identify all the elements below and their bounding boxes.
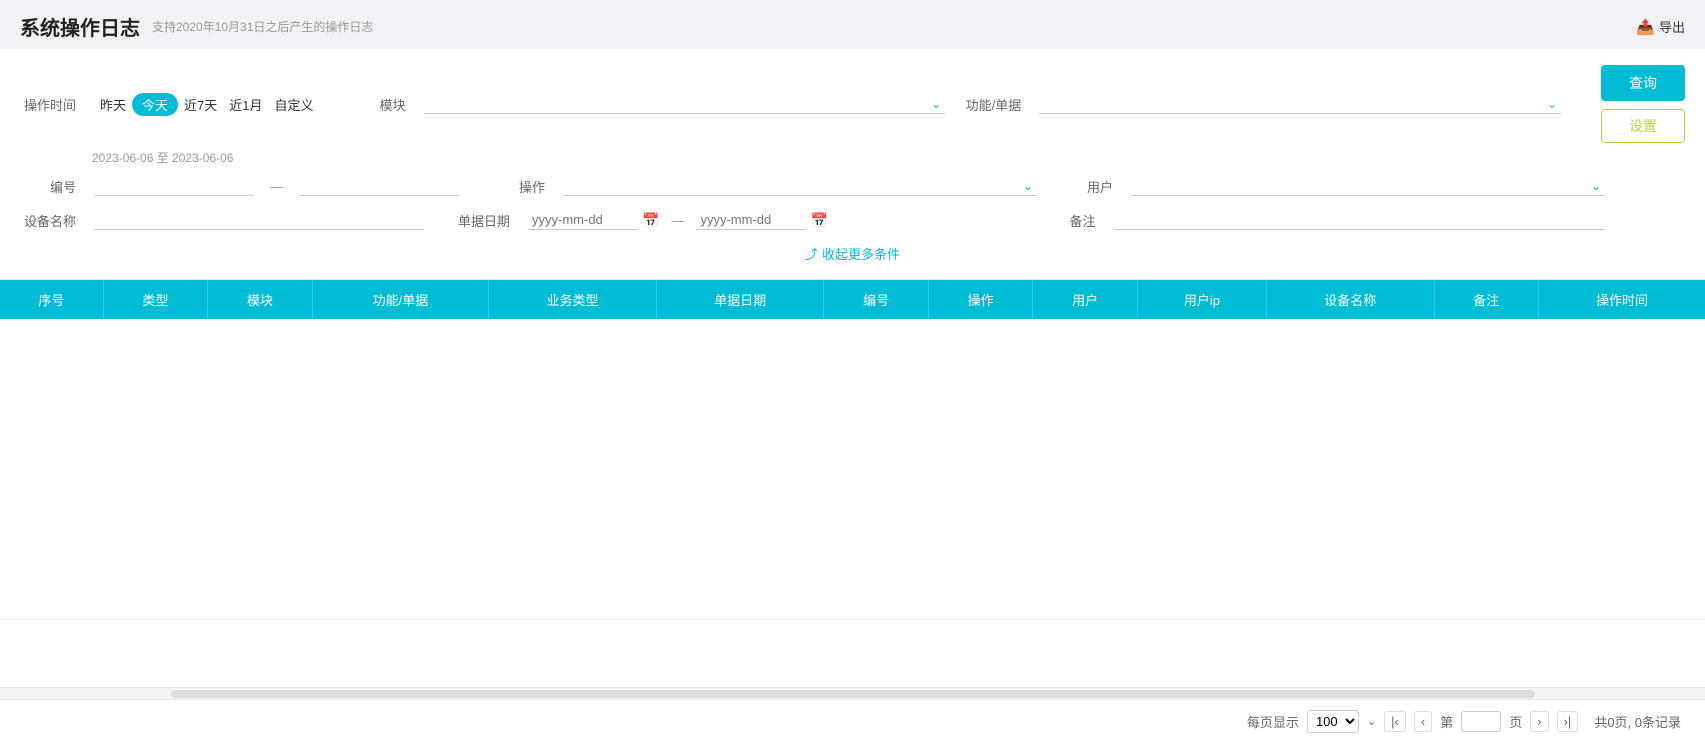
operation-dropdown-arrow: ⌄	[1023, 179, 1033, 193]
page-label: 第	[1440, 712, 1453, 731]
time-filter-group: 昨天 今天 近7天 近1月 自定义	[94, 93, 320, 116]
operation-dropdown[interactable]: ⌄	[563, 176, 1037, 196]
func-dropdown[interactable]: ⌄	[1039, 94, 1561, 114]
func-filter-item: 功能/单据 ⌄	[965, 94, 1561, 114]
number-to-input[interactable]	[299, 176, 459, 196]
number-from-input[interactable]	[94, 176, 254, 196]
device-input[interactable]	[94, 210, 424, 230]
collapse-label: 收起更多条件	[822, 244, 900, 263]
user-input[interactable]	[1135, 178, 1587, 193]
date-range-sep: —	[671, 213, 684, 228]
export-button[interactable]: 📤 导出	[1636, 17, 1685, 36]
col-func: 功能/单据	[312, 280, 488, 319]
doc-date-label: 单据日期	[454, 211, 510, 230]
table-wrapper: 序号 类型 模块 功能/单据 业务类型 单据日期 编号 操作 用户 用户ip 设…	[0, 280, 1705, 687]
time-range-display: 2023-06-06 至 2023-06-06	[92, 151, 233, 165]
prev-page-button[interactable]: ‹	[1414, 711, 1432, 732]
doc-date-filter-item: 单据日期 📅 — 📅	[454, 210, 1020, 230]
table-header-row: 序号 类型 模块 功能/单据 业务类型 单据日期 编号 操作 用户 用户ip 设…	[0, 280, 1705, 319]
module-dropdown-arrow: ⌄	[931, 97, 941, 111]
user-label: 用户	[1057, 177, 1113, 196]
scroll-bar-area[interactable]	[0, 687, 1705, 699]
collapse-row: ⤴ 收起更多条件	[20, 244, 1685, 269]
func-label: 功能/单据	[965, 95, 1021, 114]
calendar-from-icon[interactable]: 📅	[642, 212, 659, 229]
operation-filter-item: 操作 ⌄	[489, 176, 1037, 196]
remark-input[interactable]	[1114, 210, 1606, 230]
col-remark: 备注	[1434, 280, 1538, 319]
data-table: 序号 类型 模块 功能/单据 业务类型 单据日期 编号 操作 用户 用户ip 设…	[0, 280, 1705, 620]
number-label: 编号	[20, 177, 76, 196]
last-page-button[interactable]: ›|	[1557, 711, 1579, 732]
number-filter-item: 编号 —	[20, 176, 459, 196]
time-btn-custom[interactable]: 自定义	[269, 93, 320, 116]
page-number-input[interactable]: 1	[1461, 711, 1501, 732]
action-buttons: 查询 设置	[1601, 65, 1685, 143]
header-left: 系统操作日志 支持2020年10月31日之后产生的操作日志	[20, 12, 373, 41]
page-size-label: 每页显示	[1247, 712, 1299, 731]
time-filter-item: 操作时间 昨天 今天 近7天 近1月 自定义	[20, 93, 320, 116]
empty-cell	[0, 319, 1705, 619]
filter-row-1: 操作时间 昨天 今天 近7天 近1月 自定义 模块 ⌄ 功能/单据	[20, 65, 1685, 143]
export-label: 导出	[1659, 17, 1685, 36]
col-number: 编号	[824, 280, 928, 319]
remark-label: 备注	[1040, 211, 1096, 230]
module-label: 模块	[350, 95, 406, 114]
col-device: 设备名称	[1266, 280, 1434, 319]
page-total: 共0页, 0条记录	[1594, 712, 1681, 731]
user-filter-item: 用户 ⌄	[1057, 176, 1605, 196]
page-header: 系统操作日志 支持2020年10月31日之后产生的操作日志 📤 导出	[0, 0, 1705, 49]
col-module: 模块	[208, 280, 312, 319]
module-filter-item: 模块 ⌄	[350, 94, 946, 114]
col-index: 序号	[0, 280, 103, 319]
first-page-button[interactable]: |‹	[1384, 711, 1406, 732]
export-icon: 📤	[1636, 18, 1655, 36]
pagination-bar: 每页显示 100 50 200 ⌄ |‹ ‹ 第 1 页 › ›| 共0页, 0…	[0, 699, 1705, 743]
filter-row-2: 编号 — 操作 ⌄ 用户 ⌄	[20, 176, 1685, 196]
collapse-up-icon: ⤴	[805, 244, 818, 263]
module-input[interactable]	[428, 96, 928, 111]
col-user: 用户	[1033, 280, 1137, 319]
device-label: 设备名称	[20, 211, 76, 230]
page-size-select[interactable]: 100 50 200	[1307, 710, 1359, 733]
date-from-input[interactable]	[528, 210, 638, 230]
time-btn-7days[interactable]: 近7天	[178, 93, 223, 116]
collapse-button[interactable]: ⤴ 收起更多条件	[805, 244, 900, 263]
time-label: 操作时间	[20, 95, 76, 114]
time-btn-1month[interactable]: 近1月	[223, 93, 268, 116]
scroll-bar-track[interactable]	[171, 690, 1535, 698]
date-to-input[interactable]	[696, 210, 806, 230]
query-button[interactable]: 查询	[1601, 65, 1685, 101]
func-dropdown-arrow: ⌄	[1547, 97, 1557, 111]
time-btn-yesterday[interactable]: 昨天	[94, 93, 132, 116]
func-input[interactable]	[1043, 96, 1543, 111]
device-filter-item: 设备名称	[20, 210, 424, 230]
filter-panel: 操作时间 昨天 今天 近7天 近1月 自定义 模块 ⌄ 功能/单据	[0, 49, 1705, 280]
table-body	[0, 319, 1705, 619]
col-type: 类型	[103, 280, 207, 319]
col-doc-date: 单据日期	[656, 280, 824, 319]
filter-row-3: 设备名称 单据日期 📅 — 📅 备注	[20, 210, 1685, 230]
empty-row	[0, 319, 1705, 619]
operation-input[interactable]	[567, 178, 1019, 193]
page-subtitle: 支持2020年10月31日之后产生的操作日志	[152, 18, 373, 35]
settings-button[interactable]: 设置	[1601, 109, 1685, 143]
time-btn-today[interactable]: 今天	[132, 93, 178, 116]
col-operation: 操作	[928, 280, 1032, 319]
col-op-time: 操作时间	[1539, 280, 1705, 319]
page-title: 系统操作日志	[20, 12, 140, 41]
user-dropdown-arrow: ⌄	[1591, 179, 1601, 193]
user-dropdown[interactable]: ⌄	[1131, 176, 1605, 196]
chevron-down-icon: ⌄	[1367, 715, 1376, 728]
remark-filter-item: 备注	[1040, 210, 1606, 230]
number-range-sep: —	[270, 179, 283, 194]
col-biz-type: 业务类型	[489, 280, 657, 319]
operation-label: 操作	[489, 177, 545, 196]
next-page-button[interactable]: ›	[1530, 711, 1548, 732]
module-dropdown[interactable]: ⌄	[424, 94, 946, 114]
date-range-group: 📅 — 📅	[528, 210, 828, 230]
page-unit: 页	[1509, 712, 1522, 731]
col-user-ip: 用户ip	[1137, 280, 1266, 319]
calendar-to-icon[interactable]: 📅	[810, 212, 827, 229]
